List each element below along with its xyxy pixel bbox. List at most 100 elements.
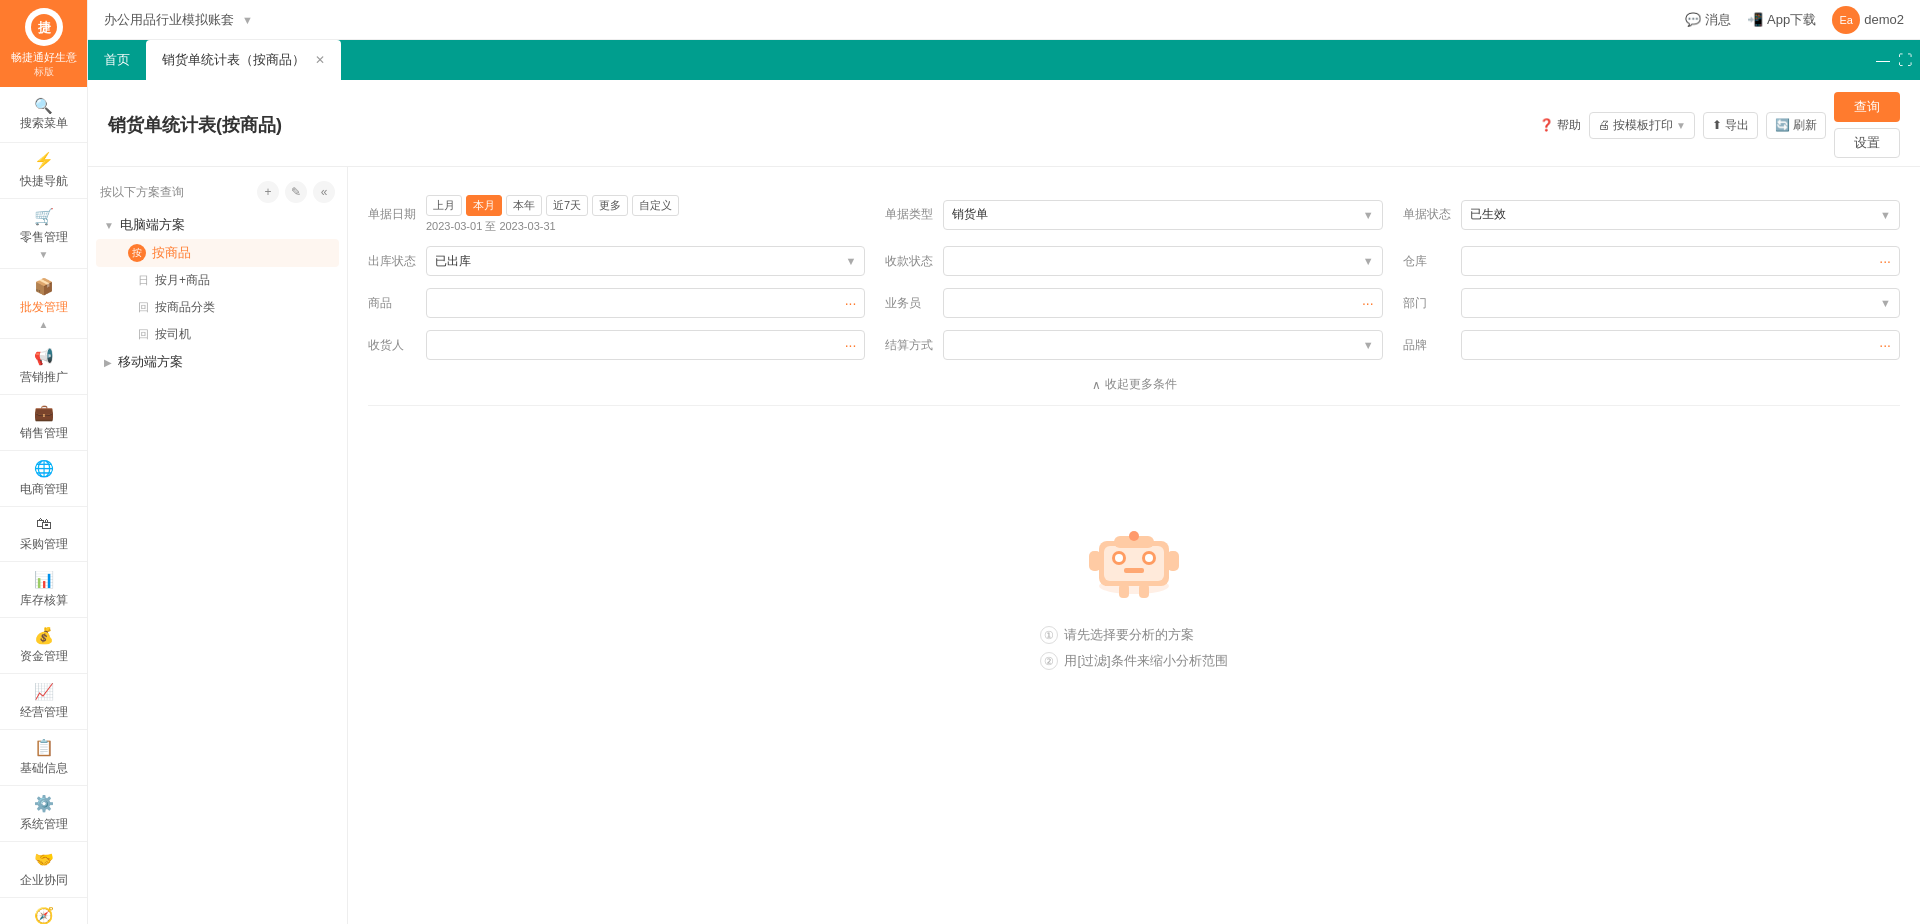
app-download-btn[interactable]: 📲 App下载 xyxy=(1747,11,1816,29)
receiver-select[interactable]: ··· xyxy=(426,330,865,360)
message-btn[interactable]: 💬 消息 xyxy=(1685,11,1731,29)
scheme-by-category[interactable]: 回 按商品分类 xyxy=(96,294,339,321)
bill-status-value: 已生效 xyxy=(1470,206,1880,223)
date-last-7days-btn[interactable]: 近7天 xyxy=(546,195,588,216)
date-this-month-btn[interactable]: 本月 xyxy=(466,195,502,216)
tab-sales-stat[interactable]: 销货单统计表（按商品） ✕ xyxy=(146,40,341,80)
edit-scheme-btn[interactable]: ✎ xyxy=(285,181,307,203)
left-panel: 按以下方案查询 + ✎ « ▼ 电脑端方案 xyxy=(88,167,348,924)
industry-dropdown-icon[interactable]: ▼ xyxy=(242,14,253,26)
help-icon: ❓ xyxy=(1539,118,1554,132)
filter-section: 单据日期 上月 本月 本年 近7天 更多 自定义 xyxy=(368,183,1900,405)
date-this-year-btn[interactable]: 本年 xyxy=(506,195,542,216)
brand-select[interactable]: ··· xyxy=(1461,330,1900,360)
sidebar-item-marketing[interactable]: 📢 营销推广 xyxy=(0,339,87,395)
main-area: 办公用品行业模拟账套 ▼ 💬 消息 📲 App下载 Ea demo2 首页 xyxy=(88,0,1920,924)
sidebar-item-quick-nav[interactable]: ⚡ 快捷导航 xyxy=(0,143,87,199)
mobile-scheme-parent[interactable]: ▶ 移动端方案 xyxy=(96,348,339,376)
settings-button[interactable]: 设置 xyxy=(1834,128,1900,158)
bill-status-select[interactable]: 已生效 ▼ xyxy=(1461,200,1900,230)
hint-text-2: 用[过滤]条件来缩小分析范围 xyxy=(1064,652,1227,670)
filter-payment-status-row: 收款状态 ▼ xyxy=(885,246,1382,276)
tab-sales-stat-label: 销货单统计表（按商品） xyxy=(162,51,305,69)
empty-hint-1: ① 请先选择要分析的方案 xyxy=(1040,626,1227,644)
sales-mgmt-icon: 💼 xyxy=(34,403,54,422)
product-select[interactable]: ··· xyxy=(426,288,865,318)
export-label: 导出 xyxy=(1725,117,1749,134)
retail-arrow-icon: ▼ xyxy=(39,249,49,260)
sidebar-item-guide[interactable]: 🧭 新手引导 xyxy=(0,898,87,924)
tabbar: 首页 销货单统计表（按商品） ✕ — ⛶ xyxy=(88,40,1920,80)
date-more-btn[interactable]: 更多 xyxy=(592,195,628,216)
help-btn[interactable]: ❓ 帮助 xyxy=(1539,117,1581,134)
scheme-by-cashier-icon: 回 xyxy=(138,327,149,342)
app-name: 畅捷通好生意 xyxy=(11,50,77,65)
window-maximize-icon[interactable]: ⛶ xyxy=(1898,52,1912,68)
add-scheme-btn[interactable]: + xyxy=(257,181,279,203)
department-select[interactable]: ▼ xyxy=(1461,288,1900,318)
scheme-by-cashier[interactable]: 回 按司机 xyxy=(96,321,339,348)
receiver-more-btn[interactable]: ··· xyxy=(845,337,857,353)
user-avatar[interactable]: Ea demo2 xyxy=(1832,6,1904,34)
empty-illustration xyxy=(1074,486,1194,606)
sidebar-item-enterprise-coop[interactable]: 🤝 企业协同 xyxy=(0,842,87,898)
payment-status-select[interactable]: ▼ xyxy=(943,246,1382,276)
export-btn[interactable]: ⬆ 导出 xyxy=(1703,112,1758,139)
sidebar-item-wholesale[interactable]: 📦 批发管理 ▲ xyxy=(0,269,87,339)
date-last-month-btn[interactable]: 上月 xyxy=(426,195,462,216)
collapse-panel-btn[interactable]: « xyxy=(313,181,335,203)
refresh-btn[interactable]: 🔄 刷新 xyxy=(1766,112,1826,139)
sidebar-item-sales-mgmt[interactable]: 💼 销售管理 xyxy=(0,395,87,451)
hint-num-1: ① xyxy=(1040,626,1058,644)
sidebar-item-purchase[interactable]: 🛍 采购管理 xyxy=(0,507,87,562)
tab-home[interactable]: 首页 xyxy=(88,40,146,80)
print-btn[interactable]: 🖨 按模板打印 ▼ xyxy=(1589,112,1695,139)
bill-type-select[interactable]: 销货单 ▼ xyxy=(943,200,1382,230)
settlement-label: 结算方式 xyxy=(885,337,935,354)
scheme-by-month-product-label: 按月+商品 xyxy=(155,272,210,289)
brand-more-btn[interactable]: ··· xyxy=(1879,337,1891,353)
scheme-by-month-product[interactable]: 日 按月+商品 xyxy=(96,267,339,294)
date-range-text: 2023-03-01 至 2023-03-31 xyxy=(426,219,865,234)
sidebar-item-operations[interactable]: 📈 经营管理 xyxy=(0,674,87,730)
tab-close-icon[interactable]: ✕ xyxy=(315,53,325,67)
product-more-btn[interactable]: ··· xyxy=(845,295,857,311)
warehouse-select[interactable]: ··· xyxy=(1461,246,1900,276)
salesperson-more-btn[interactable]: ··· xyxy=(1362,295,1374,311)
sales-mgmt-label: 销售管理 xyxy=(20,425,68,442)
sidebar-search[interactable]: 🔍 搜索菜单 xyxy=(0,87,87,143)
query-button[interactable]: 查询 xyxy=(1834,92,1900,122)
collapse-btn[interactable]: ∧ 收起更多条件 xyxy=(368,368,1900,401)
svg-rect-4 xyxy=(1104,546,1164,581)
basic-info-icon: 📋 xyxy=(34,738,54,757)
settlement-select[interactable]: ▼ xyxy=(943,330,1382,360)
date-custom-btn[interactable]: 自定义 xyxy=(632,195,679,216)
svg-point-7 xyxy=(1115,554,1123,562)
avatar-text: Ea xyxy=(1840,14,1853,26)
filter-bill-status-row: 单据状态 已生效 ▼ xyxy=(1403,195,1900,234)
sidebar-item-inventory[interactable]: 📊 库存核算 xyxy=(0,562,87,618)
sidebar-item-finance[interactable]: 💰 资金管理 xyxy=(0,618,87,674)
content-area: 销货单统计表(按商品) ❓ 帮助 🖨 按模板打印 ▼ ⬆ 导出 xyxy=(88,80,1920,924)
wholesale-icon: 📦 xyxy=(34,277,54,296)
scheme-by-product[interactable]: 按 按商品 xyxy=(96,239,339,267)
warehouse-more-btn[interactable]: ··· xyxy=(1879,253,1891,269)
print-label: 按模板打印 xyxy=(1613,117,1673,134)
department-dropdown-icon: ▼ xyxy=(1880,297,1891,309)
svg-rect-12 xyxy=(1089,551,1101,571)
sidebar-item-basic-info[interactable]: 📋 基础信息 xyxy=(0,730,87,786)
salesperson-select[interactable]: ··· xyxy=(943,288,1382,318)
empty-state: ① 请先选择要分析的方案 ② 用[过滤]条件来缩小分析范围 xyxy=(368,406,1900,750)
window-minimize-icon[interactable]: — xyxy=(1876,52,1890,68)
desktop-scheme-parent[interactable]: ▼ 电脑端方案 xyxy=(96,211,339,239)
refresh-icon: 🔄 xyxy=(1775,118,1790,132)
warehouse-label: 仓库 xyxy=(1403,253,1453,270)
sidebar-item-ecommerce[interactable]: 🌐 电商管理 xyxy=(0,451,87,507)
filter-department-row: 部门 ▼ xyxy=(1403,288,1900,318)
scheme-by-cashier-label: 按司机 xyxy=(155,326,191,343)
sidebar-item-retail[interactable]: 🛒 零售管理 ▼ xyxy=(0,199,87,269)
storage-status-select[interactable]: 已出库 ▼ xyxy=(426,246,865,276)
collapse-label: 收起更多条件 xyxy=(1105,376,1177,393)
sidebar-item-sys-mgmt[interactable]: ⚙️ 系统管理 xyxy=(0,786,87,842)
panel-icons: + ✎ « xyxy=(257,181,335,203)
